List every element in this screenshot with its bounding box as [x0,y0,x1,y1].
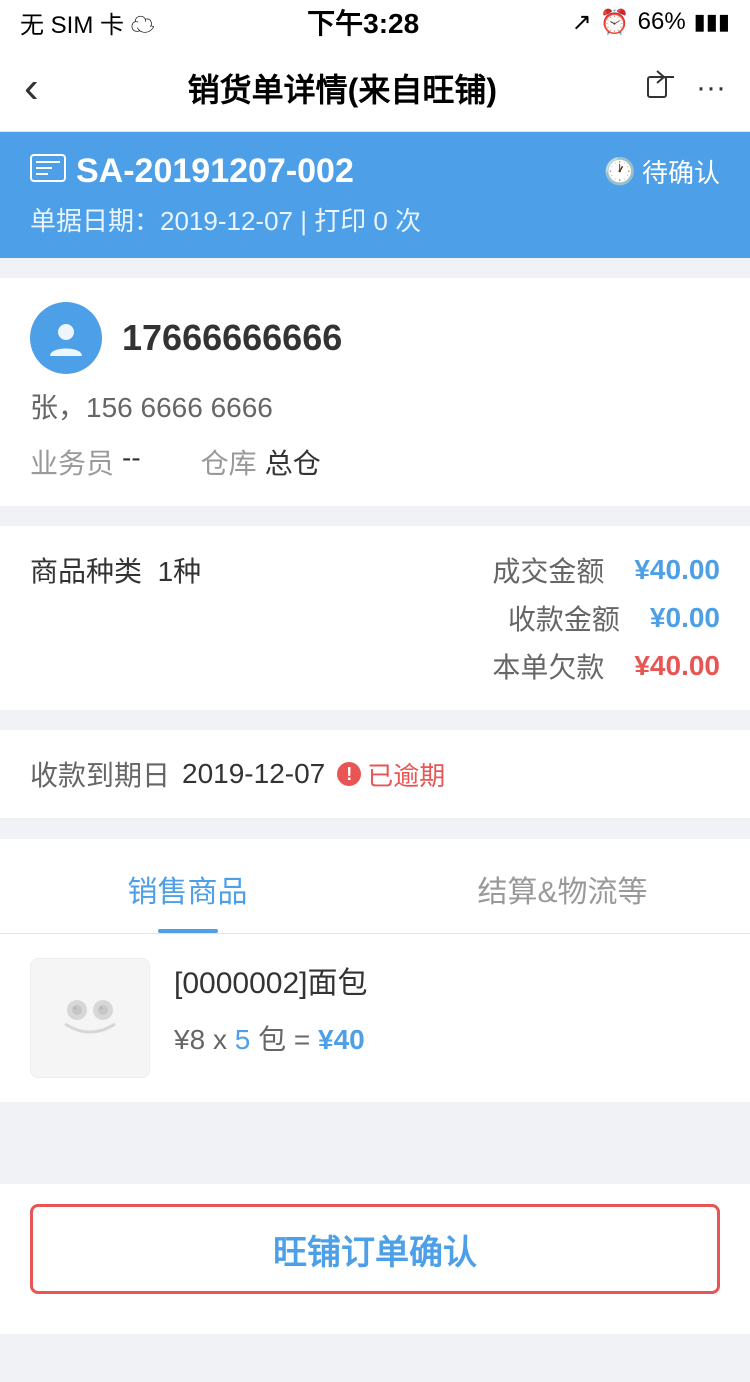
due-date-label: 收款到期日 [30,754,170,794]
customer-section: 17666666666 张，156 6666 6666 业务员 -- 仓库 总仓 [0,278,750,506]
deal-amount-value: ¥40.00 [634,554,720,586]
battery-icon: ▮▮▮ [694,9,730,35]
status-text: 待确认 [642,153,720,190]
received-amount-label: 收款金额 [508,598,620,638]
product-item: [0000002]面包 ¥8 x 5 包 = ¥40 [0,934,750,1102]
customer-avatar [30,302,102,374]
product-types-label: 商品种类 1种 [30,550,201,590]
share-icon[interactable] [646,69,676,106]
product-tabs: 销售商品 结算&物流等 [0,839,750,934]
order-date: 单据日期：2019-12-07 | 打印 0 次 [30,201,720,238]
due-date-value: 2019-12-07 [182,758,325,790]
customer-meta: 业务员 -- 仓库 总仓 [30,442,720,482]
due-date-section: 收款到期日 2019-12-07 ! 已逾期 [0,730,750,819]
no-sim-label: 无 SIM 卡 ☁ [20,5,155,40]
product-name: [0000002]面包 [174,958,720,1002]
order-status: 🕐 待确认 [604,153,720,190]
overdue-text: 已逾期 [367,756,445,793]
order-number: SA-20191207-002 [76,152,354,191]
tab-settlement[interactable]: 结算&物流等 [375,839,750,933]
nav-actions: ··· [646,69,726,106]
salesperson-value: -- [122,442,141,482]
amount-section: 商品种类 1种 成交金额 ¥40.00 收款金额 ¥0.00 本单欠款 ¥40.… [0,526,750,710]
bottom-bar: 旺铺订单确认 [0,1184,750,1334]
order-id: SA-20191207-002 [30,152,354,191]
owed-amount-value: ¥40.00 [634,650,720,682]
product-price: ¥8 x 5 包 = ¥40 [174,1018,720,1058]
warehouse-label: 仓库 [201,442,257,482]
product-types: 商品种类 1种 [30,550,201,596]
battery-label: 66% [638,8,686,36]
product-image [30,958,150,1078]
location-icon: ↗ [572,8,592,37]
order-type-icon [30,154,66,189]
customer-name: 张，156 6666 6666 [30,386,720,426]
unit-price: ¥8 [174,1024,205,1055]
owed-amount-label: 本单欠款 [492,646,604,686]
salesperson-label: 业务员 [30,442,114,482]
status-time: 下午3:28 [307,2,419,42]
clock-icon: 🕐 [604,156,636,187]
page-title: 销货单详情(来自旺铺) [188,65,497,111]
nav-bar: ‹ 销货单详情(来自旺铺) ··· [0,44,750,132]
overdue-badge: ! 已逾期 [337,756,445,793]
alarm-icon: ⏰ [600,8,630,37]
order-header-banner: SA-20191207-002 🕐 待确认 单据日期：2019-12-07 | … [0,132,750,258]
confirm-order-button[interactable]: 旺铺订单确认 [30,1204,720,1294]
customer-phone: 17666666666 [122,317,342,359]
status-left: 无 SIM 卡 ☁ [20,5,155,40]
overdue-icon: ! [337,762,361,786]
deal-amount-label: 成交金额 [492,550,604,590]
equals-symbol: = [294,1024,318,1055]
product-info: [0000002]面包 ¥8 x 5 包 = ¥40 [174,958,720,1058]
more-icon[interactable]: ··· [696,71,726,105]
total-price: ¥40 [318,1024,365,1055]
tab-sales-products[interactable]: 销售商品 [0,839,375,933]
unit: 包 [258,1024,286,1055]
status-bar: 无 SIM 卡 ☁ 下午3:28 ↗ ⏰ 66% ▮▮▮ [0,0,750,44]
received-amount-value: ¥0.00 [650,602,720,634]
amounts-right: 成交金额 ¥40.00 收款金额 ¥0.00 本单欠款 ¥40.00 [492,550,720,686]
multiply-symbol: x [213,1024,235,1055]
back-button[interactable]: ‹ [24,63,39,113]
quantity: 5 [235,1024,251,1055]
status-right: ↗ ⏰ 66% ▮▮▮ [572,8,730,37]
warehouse-value: 总仓 [265,442,321,482]
